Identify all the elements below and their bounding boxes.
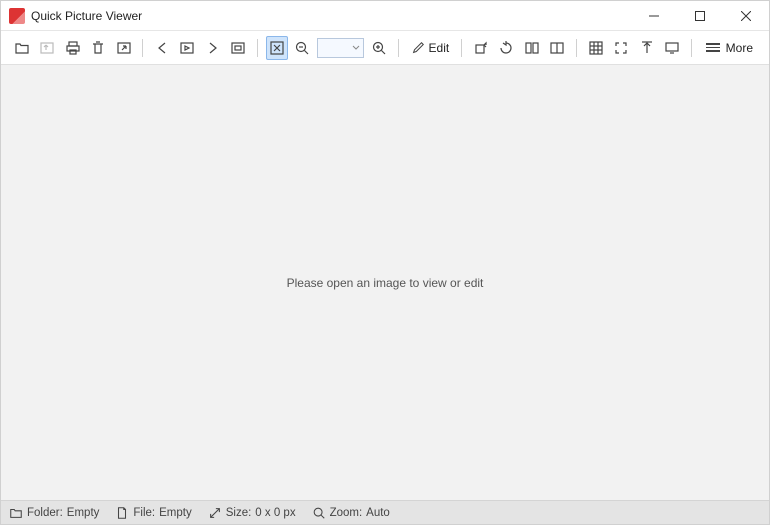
rotate-right-button[interactable]	[496, 36, 517, 60]
app-icon	[9, 8, 25, 24]
separator-icon	[576, 39, 577, 57]
grid-button[interactable]	[585, 36, 606, 60]
zoom-in-button[interactable]	[368, 36, 389, 60]
status-file: File: Empty	[115, 506, 191, 520]
zoom-select[interactable]	[317, 38, 364, 58]
edit-button[interactable]: Edit	[407, 36, 454, 60]
more-button[interactable]: More	[700, 36, 759, 60]
rotate-left-button[interactable]	[470, 36, 491, 60]
status-size-label: Size:	[226, 507, 252, 519]
status-folder-value: Empty	[67, 507, 100, 519]
status-zoom-label: Zoom:	[330, 507, 363, 519]
toolbar: Edit More	[1, 31, 769, 65]
titlebar: Quick Picture Viewer	[1, 1, 769, 31]
zoom-icon	[312, 506, 326, 520]
status-zoom-value: Auto	[366, 507, 390, 519]
image-canvas: Please open an image to view or edit	[1, 65, 769, 500]
next-button[interactable]	[202, 36, 223, 60]
status-folder: Folder: Empty	[9, 506, 99, 520]
file-icon	[115, 506, 129, 520]
status-bar: Folder: Empty File: Empty Size: 0 x 0 px…	[1, 500, 769, 524]
external-button[interactable]	[113, 36, 134, 60]
status-zoom: Zoom: Auto	[312, 506, 390, 520]
save-as-button[interactable]	[36, 36, 57, 60]
window-controls	[631, 1, 769, 31]
separator-icon	[142, 39, 143, 57]
edit-label: Edit	[429, 41, 450, 55]
slideshow-button[interactable]	[177, 36, 198, 60]
separator-icon	[257, 39, 258, 57]
zoom-out-button[interactable]	[292, 36, 313, 60]
delete-button[interactable]	[87, 36, 108, 60]
hamburger-icon	[706, 43, 720, 51]
separator-icon	[461, 39, 462, 57]
maximize-button[interactable]	[677, 1, 723, 31]
flip-h-button[interactable]	[521, 36, 542, 60]
flip-v-button[interactable]	[547, 36, 568, 60]
empty-message: Please open an image to view or edit	[287, 276, 484, 290]
minimize-button[interactable]	[631, 1, 677, 31]
separator-icon	[398, 39, 399, 57]
size-icon	[208, 506, 222, 520]
folder-icon	[9, 506, 23, 520]
status-folder-label: Folder:	[27, 507, 63, 519]
more-label: More	[726, 41, 753, 55]
close-button[interactable]	[723, 1, 769, 31]
screenshot-button[interactable]	[228, 36, 249, 60]
status-size: Size: 0 x 0 px	[208, 506, 296, 520]
fullscreen-button[interactable]	[610, 36, 631, 60]
print-button[interactable]	[62, 36, 83, 60]
pin-top-button[interactable]	[636, 36, 657, 60]
window-title: Quick Picture Viewer	[31, 9, 142, 23]
fit-window-button[interactable]	[266, 36, 288, 60]
open-file-button[interactable]	[11, 36, 32, 60]
status-file-value: Empty	[159, 507, 192, 519]
separator-icon	[691, 39, 692, 57]
prev-button[interactable]	[151, 36, 172, 60]
desktop-button[interactable]	[661, 36, 682, 60]
status-file-label: File:	[133, 507, 155, 519]
status-size-value: 0 x 0 px	[255, 507, 295, 519]
